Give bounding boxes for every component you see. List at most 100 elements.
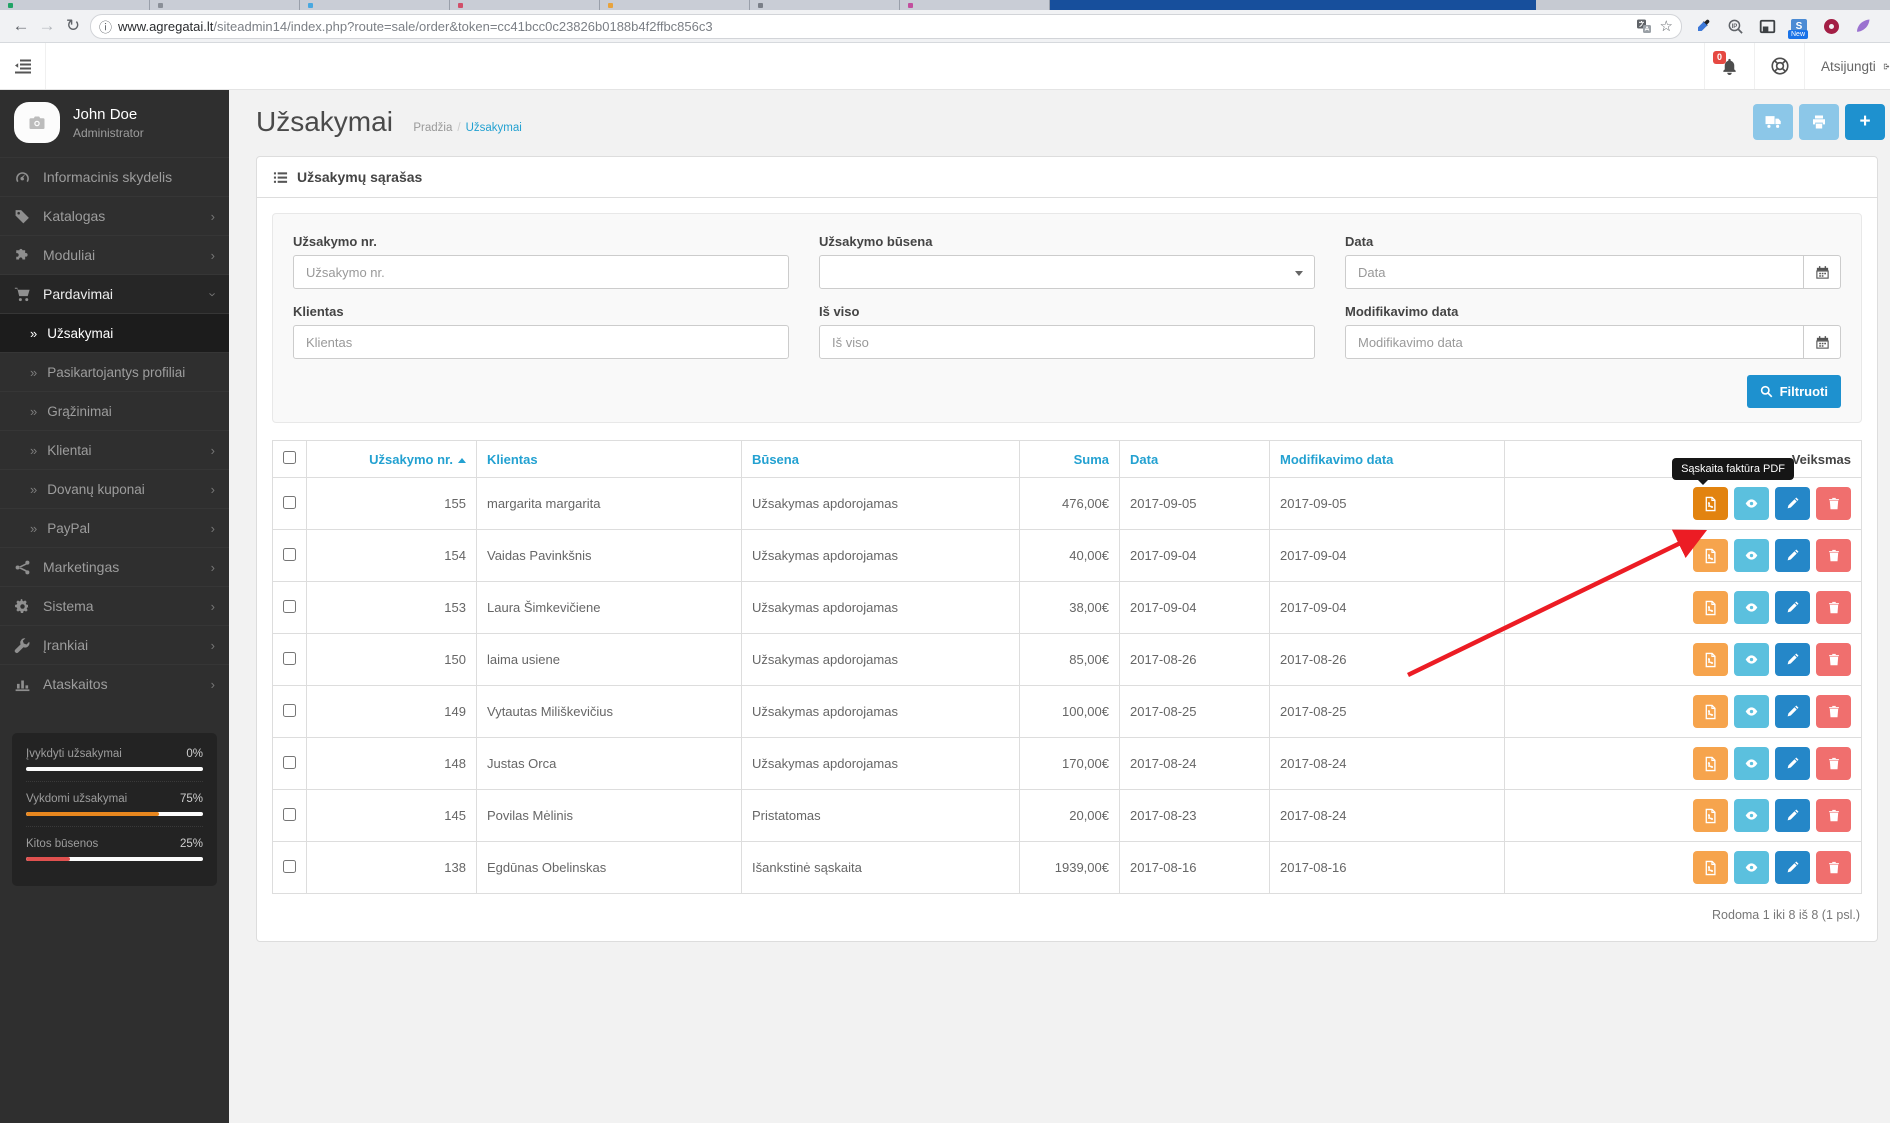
view-order-button[interactable] (1734, 799, 1769, 832)
filter-modified-input[interactable] (1345, 325, 1805, 359)
filter-total-input[interactable] (819, 325, 1315, 359)
sidebar-item-pasikartojantys-profiliai[interactable]: » Pasikartojantys profiliai (0, 352, 229, 391)
view-order-button[interactable] (1734, 695, 1769, 728)
address-bar[interactable]: ⓘ www.agregatai.lt/siteadmin14/index.php… (90, 13, 1682, 39)
browser-tab[interactable] (150, 0, 300, 10)
sort-modified[interactable]: Modifikavimo data (1269, 440, 1505, 478)
feather-extension-icon[interactable] (1854, 17, 1872, 35)
edit-order-button[interactable] (1775, 695, 1810, 728)
sidebar-item-pardavimai[interactable]: Pardavimai › (0, 274, 229, 313)
s-extension-icon[interactable]: S New (1788, 17, 1809, 39)
filter-order-nr-input[interactable] (293, 255, 789, 289)
sidebar-item-gr-inimai[interactable]: » Grąžinimai (0, 391, 229, 430)
select-all-checkbox[interactable] (283, 451, 296, 464)
view-order-button[interactable] (1734, 643, 1769, 676)
sidebar-item-dovan-kuponai[interactable]: » Dovanų kuponai › (0, 469, 229, 508)
delete-order-button[interactable] (1816, 695, 1851, 728)
edit-order-button[interactable] (1775, 487, 1810, 520)
sidebar-item-ataskaitos[interactable]: Ataskaitos › (0, 664, 229, 703)
sidebar-toggle-button[interactable] (0, 43, 46, 89)
filter-customer-input[interactable] (293, 325, 789, 359)
edit-order-button[interactable] (1775, 539, 1810, 572)
filter-status-select[interactable] (819, 255, 1315, 289)
invoice-pdf-button[interactable] (1693, 747, 1728, 780)
delete-order-button[interactable] (1816, 539, 1851, 572)
row-checkbox[interactable] (283, 703, 296, 717)
invoice-pdf-button[interactable] (1693, 487, 1728, 520)
invoice-pdf-button[interactable] (1693, 799, 1728, 832)
sidebar-item-moduliai[interactable]: Moduliai › (0, 235, 229, 274)
sort-total[interactable]: Suma (1019, 440, 1120, 478)
reload-button[interactable]: ↻ (60, 16, 86, 36)
sort-order-nr[interactable]: Užsakymo nr. (306, 440, 477, 478)
sidebar-item-marketingas[interactable]: Marketingas › (0, 547, 229, 586)
row-checkbox[interactable] (283, 755, 296, 769)
user-profile[interactable]: John Doe Administrator (0, 90, 229, 157)
browser-tab[interactable] (0, 0, 150, 10)
edit-order-button[interactable] (1775, 591, 1810, 624)
sidebar-item-sistema[interactable]: Sistema › (0, 586, 229, 625)
browser-tab[interactable] (450, 0, 600, 10)
invoice-pdf-button[interactable] (1693, 851, 1728, 884)
delete-order-button[interactable] (1816, 591, 1851, 624)
sort-status[interactable]: Būsena (741, 440, 1020, 478)
row-checkbox[interactable] (283, 547, 296, 561)
eyedropper-extension-icon[interactable] (1694, 17, 1712, 35)
print-invoice-button[interactable] (1799, 104, 1839, 140)
row-checkbox[interactable] (283, 807, 296, 821)
browser-tab[interactable] (600, 0, 750, 10)
delete-order-button[interactable] (1816, 799, 1851, 832)
breadcrumb-current[interactable]: Užsakymai (466, 122, 522, 134)
delete-order-button[interactable] (1816, 643, 1851, 676)
sidebar-item-klientai[interactable]: » Klientai › (0, 430, 229, 469)
row-checkbox[interactable] (283, 651, 296, 665)
view-order-button[interactable] (1734, 487, 1769, 520)
ip-lookup-extension-icon[interactable]: IP (1726, 17, 1744, 35)
browser-tab[interactable] (750, 0, 900, 10)
bookmark-star-icon[interactable]: ☆ (1660, 17, 1673, 35)
sidebar-item-katalogas[interactable]: Katalogas › (0, 196, 229, 235)
filter-button[interactable]: Filtruoti (1746, 375, 1841, 408)
browser-tab[interactable] (300, 0, 450, 10)
translate-icon[interactable] (1636, 18, 1652, 34)
edit-order-button[interactable] (1775, 747, 1810, 780)
sidebar-item--rankiai[interactable]: Įrankiai › (0, 625, 229, 664)
edit-order-button[interactable] (1775, 643, 1810, 676)
delete-order-button[interactable] (1816, 851, 1851, 884)
forward-button[interactable]: → (34, 16, 60, 36)
invoice-pdf-button[interactable] (1693, 695, 1728, 728)
breadcrumb-home[interactable]: Pradžia (413, 122, 452, 134)
colorzilla-extension-icon[interactable] (1822, 17, 1840, 35)
view-order-button[interactable] (1734, 539, 1769, 572)
sidebar-item-u-sakymai[interactable]: » Užsakymai (0, 313, 229, 352)
notifications-button[interactable]: 0 (1704, 43, 1754, 89)
sidebar-item-paypal[interactable]: » PayPal › (0, 508, 229, 547)
add-order-button[interactable]: + (1845, 104, 1885, 140)
window-capture-extension-icon[interactable] (1758, 17, 1776, 35)
sort-customer[interactable]: Klientas (476, 440, 742, 478)
sort-date[interactable]: Data (1119, 440, 1270, 478)
invoice-pdf-button[interactable] (1693, 643, 1728, 676)
view-order-button[interactable] (1734, 591, 1769, 624)
delete-order-button[interactable] (1816, 747, 1851, 780)
invoice-pdf-button[interactable] (1693, 539, 1728, 572)
date-calendar-button[interactable] (1804, 255, 1841, 289)
invoice-pdf-button[interactable] (1693, 591, 1728, 624)
edit-order-button[interactable] (1775, 851, 1810, 884)
filter-date-input[interactable] (1345, 255, 1805, 289)
browser-tab[interactable] (900, 0, 1050, 10)
back-button[interactable]: ← (8, 16, 34, 36)
page-info-icon[interactable]: ⓘ (99, 17, 112, 36)
row-checkbox[interactable] (283, 859, 296, 873)
edit-order-button[interactable] (1775, 799, 1810, 832)
shipping-list-button[interactable] (1753, 104, 1793, 140)
row-checkbox[interactable] (283, 599, 296, 613)
view-order-button[interactable] (1734, 747, 1769, 780)
row-checkbox[interactable] (283, 495, 296, 509)
sidebar-item-informacinis-skydelis[interactable]: Informacinis skydelis (0, 157, 229, 196)
delete-order-button[interactable] (1816, 487, 1851, 520)
help-button[interactable] (1754, 43, 1804, 89)
view-order-button[interactable] (1734, 851, 1769, 884)
modified-calendar-button[interactable] (1804, 325, 1841, 359)
logout-button[interactable]: Atsijungti (1804, 43, 1890, 89)
